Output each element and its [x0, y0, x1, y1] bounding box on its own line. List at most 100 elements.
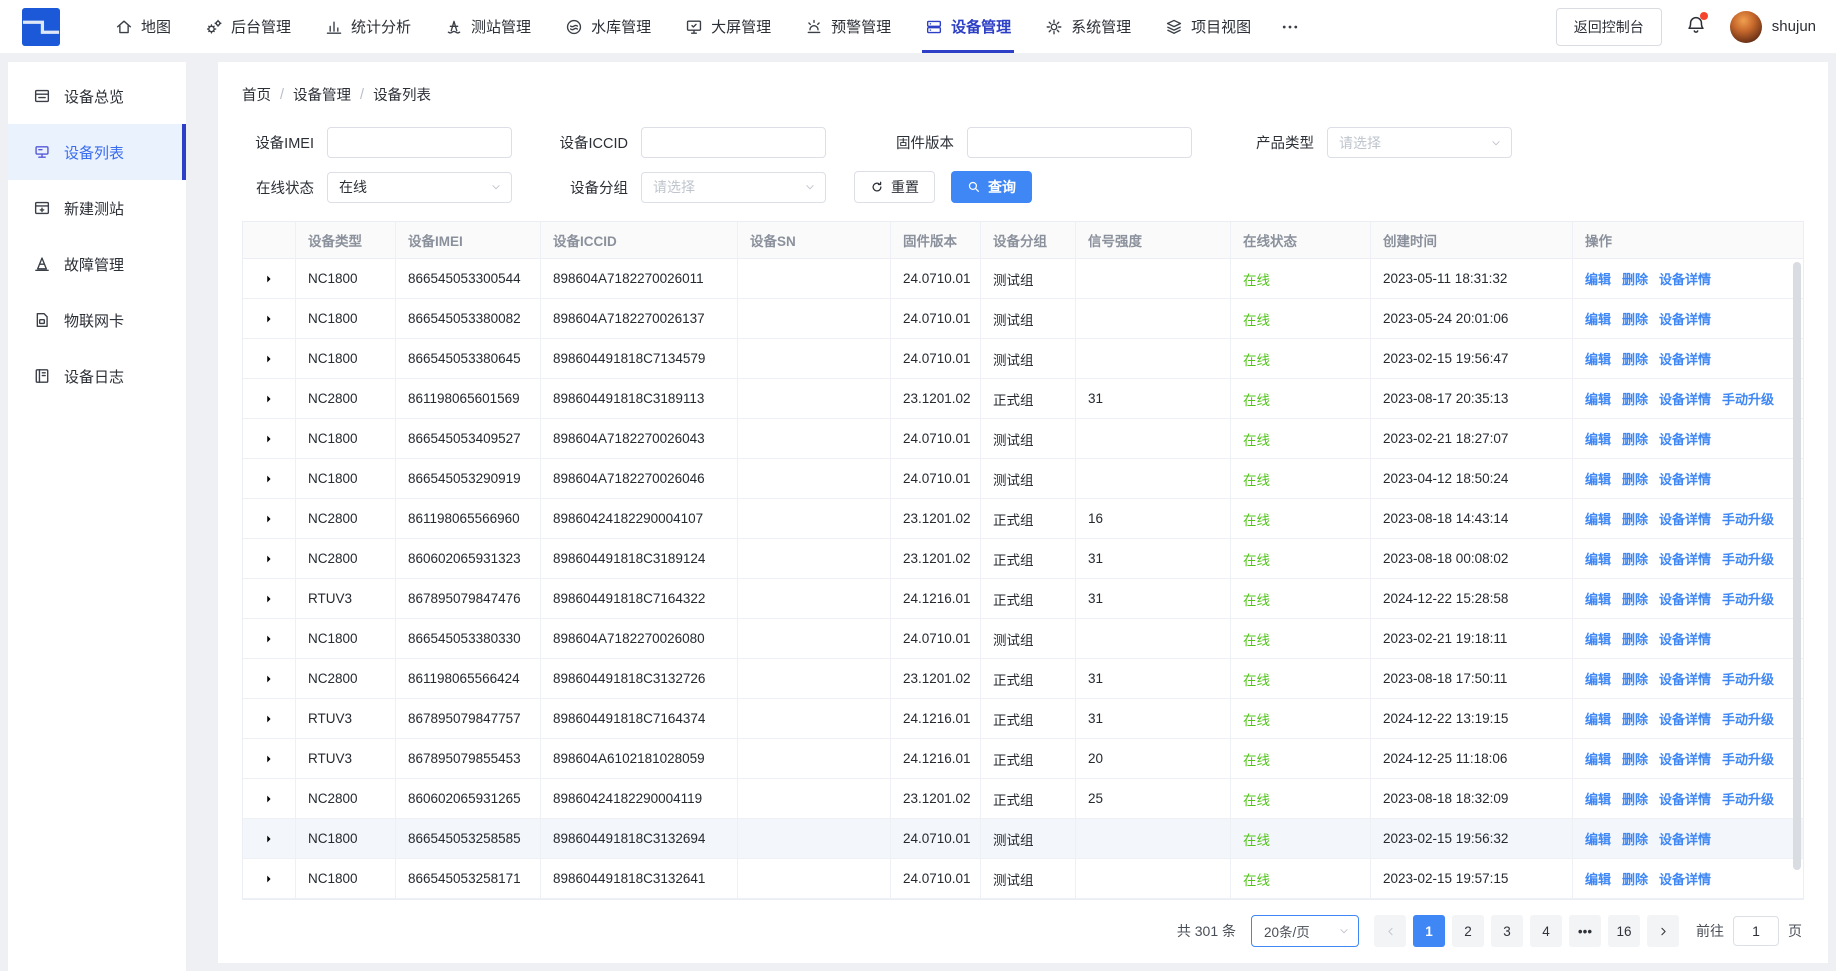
- action-link[interactable]: 删除: [1622, 669, 1648, 688]
- action-link[interactable]: 编辑: [1585, 749, 1611, 768]
- action-link[interactable]: 编辑: [1585, 349, 1611, 368]
- page-button-2[interactable]: 2: [1452, 915, 1484, 947]
- action-link[interactable]: 删除: [1622, 349, 1648, 368]
- user-menu[interactable]: shujun: [1730, 11, 1816, 43]
- action-link[interactable]: 编辑: [1585, 669, 1611, 688]
- action-link[interactable]: 编辑: [1585, 589, 1611, 608]
- notification-bell-icon[interactable]: [1686, 15, 1706, 38]
- action-link[interactable]: 手动升级: [1722, 589, 1774, 608]
- page-button-3[interactable]: 3: [1491, 915, 1523, 947]
- firmware-input[interactable]: [967, 127, 1192, 158]
- action-link[interactable]: 编辑: [1585, 429, 1611, 448]
- expand-row-icon[interactable]: [263, 873, 275, 885]
- expand-row-icon[interactable]: [263, 753, 275, 765]
- action-link[interactable]: 编辑: [1585, 629, 1611, 648]
- sidebar-item-fault[interactable]: 故障管理: [8, 236, 186, 292]
- action-link[interactable]: 设备详情: [1659, 389, 1711, 408]
- action-link[interactable]: 删除: [1622, 709, 1648, 728]
- nav-item-project[interactable]: 项目视图: [1148, 0, 1268, 53]
- sidebar-item-overview[interactable]: 设备总览: [8, 68, 186, 124]
- nav-item-system[interactable]: 系统管理: [1028, 0, 1148, 53]
- page-ellipsis-button[interactable]: •••: [1569, 915, 1601, 947]
- device-group-select[interactable]: 请选择: [641, 172, 826, 203]
- action-link[interactable]: 手动升级: [1722, 549, 1774, 568]
- expand-row-icon[interactable]: [263, 313, 275, 325]
- prev-page-button[interactable]: [1374, 915, 1406, 947]
- action-link[interactable]: 删除: [1622, 789, 1648, 808]
- action-link[interactable]: 设备详情: [1659, 629, 1711, 648]
- expand-row-icon[interactable]: [263, 393, 275, 405]
- nav-item-more[interactable]: [1268, 0, 1312, 53]
- product-type-select[interactable]: 请选择: [1327, 127, 1512, 158]
- action-link[interactable]: 编辑: [1585, 509, 1611, 528]
- action-link[interactable]: 手动升级: [1722, 389, 1774, 408]
- action-link[interactable]: 设备详情: [1659, 469, 1711, 488]
- action-link[interactable]: 设备详情: [1659, 429, 1711, 448]
- action-link[interactable]: 设备详情: [1659, 669, 1711, 688]
- action-link[interactable]: 设备详情: [1659, 509, 1711, 528]
- action-link[interactable]: 设备详情: [1659, 869, 1711, 888]
- action-link[interactable]: 删除: [1622, 589, 1648, 608]
- action-link[interactable]: 设备详情: [1659, 349, 1711, 368]
- action-link[interactable]: 手动升级: [1722, 749, 1774, 768]
- page-button-1[interactable]: 1: [1413, 915, 1445, 947]
- breadcrumb-item[interactable]: 设备管理: [293, 84, 351, 105]
- action-link[interactable]: 删除: [1622, 429, 1648, 448]
- action-link[interactable]: 编辑: [1585, 389, 1611, 408]
- action-link[interactable]: 设备详情: [1659, 789, 1711, 808]
- expand-row-icon[interactable]: [263, 513, 275, 525]
- app-logo-icon[interactable]: [22, 8, 60, 46]
- expand-row-icon[interactable]: [263, 433, 275, 445]
- expand-row-icon[interactable]: [263, 793, 275, 805]
- action-link[interactable]: 删除: [1622, 549, 1648, 568]
- nav-item-map[interactable]: 地图: [98, 0, 188, 53]
- action-link[interactable]: 手动升级: [1722, 669, 1774, 688]
- action-link[interactable]: 设备详情: [1659, 829, 1711, 848]
- sidebar-item-device-list[interactable]: 设备列表: [8, 124, 186, 180]
- action-link[interactable]: 设备详情: [1659, 309, 1711, 328]
- action-link[interactable]: 手动升级: [1722, 789, 1774, 808]
- nav-item-stats[interactable]: 统计分析: [308, 0, 428, 53]
- action-link[interactable]: 编辑: [1585, 829, 1611, 848]
- nav-item-admin[interactable]: 后台管理: [188, 0, 308, 53]
- action-link[interactable]: 设备详情: [1659, 269, 1711, 288]
- page-button-4[interactable]: 4: [1530, 915, 1562, 947]
- action-link[interactable]: 删除: [1622, 749, 1648, 768]
- action-link[interactable]: 设备详情: [1659, 549, 1711, 568]
- sidebar-item-new-station[interactable]: 新建测站: [8, 180, 186, 236]
- expand-row-icon[interactable]: [263, 593, 275, 605]
- action-link[interactable]: 编辑: [1585, 269, 1611, 288]
- reset-button[interactable]: 重置: [854, 171, 935, 203]
- action-link[interactable]: 删除: [1622, 269, 1648, 288]
- next-page-button[interactable]: [1647, 915, 1679, 947]
- action-link[interactable]: 删除: [1622, 309, 1648, 328]
- page-size-select[interactable]: 20条/页: [1251, 915, 1359, 947]
- action-link[interactable]: 编辑: [1585, 789, 1611, 808]
- action-link[interactable]: 删除: [1622, 829, 1648, 848]
- page-button-16[interactable]: 16: [1608, 915, 1640, 947]
- action-link[interactable]: 手动升级: [1722, 509, 1774, 528]
- action-link[interactable]: 删除: [1622, 629, 1648, 648]
- search-button[interactable]: 查询: [951, 171, 1032, 203]
- nav-item-screen[interactable]: 大屏管理: [668, 0, 788, 53]
- action-link[interactable]: 编辑: [1585, 869, 1611, 888]
- nav-item-alert[interactable]: 预警管理: [788, 0, 908, 53]
- action-link[interactable]: 删除: [1622, 469, 1648, 488]
- action-link[interactable]: 编辑: [1585, 709, 1611, 728]
- action-link[interactable]: 设备详情: [1659, 709, 1711, 728]
- iccid-input[interactable]: [641, 127, 826, 158]
- breadcrumb-item[interactable]: 首页: [242, 84, 271, 105]
- back-to-console-button[interactable]: 返回控制台: [1556, 8, 1662, 46]
- action-link[interactable]: 编辑: [1585, 549, 1611, 568]
- nav-item-reservoir[interactable]: 水库管理: [548, 0, 668, 53]
- nav-item-station[interactable]: 测站管理: [428, 0, 548, 53]
- expand-row-icon[interactable]: [263, 273, 275, 285]
- expand-row-icon[interactable]: [263, 473, 275, 485]
- action-link[interactable]: 设备详情: [1659, 589, 1711, 608]
- action-link[interactable]: 编辑: [1585, 309, 1611, 328]
- sidebar-item-sim-card[interactable]: 物联网卡: [8, 292, 186, 348]
- expand-row-icon[interactable]: [263, 633, 275, 645]
- action-link[interactable]: 删除: [1622, 509, 1648, 528]
- action-link[interactable]: 删除: [1622, 389, 1648, 408]
- action-link[interactable]: 删除: [1622, 869, 1648, 888]
